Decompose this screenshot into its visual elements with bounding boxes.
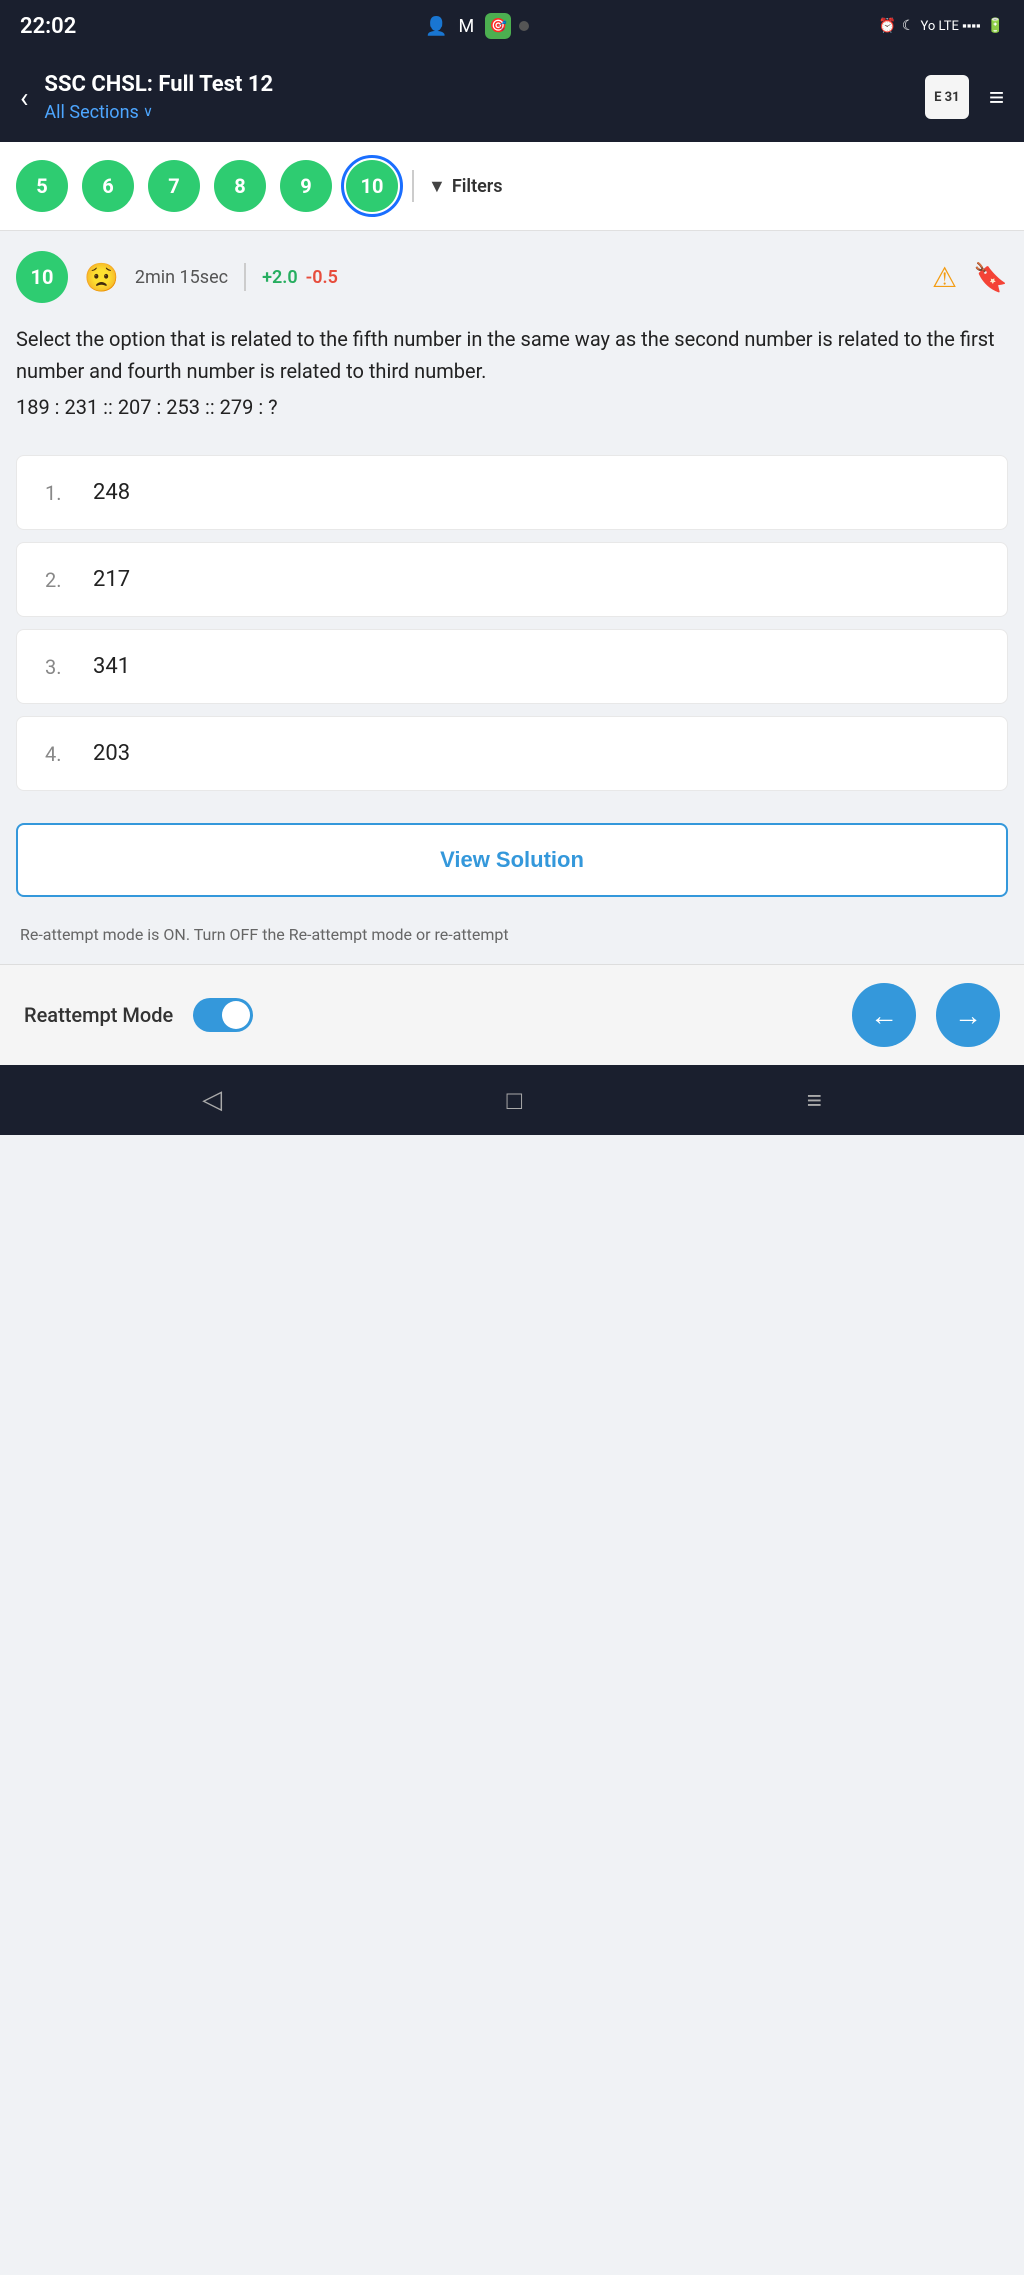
bottom-bar: Reattempt Mode ← → [0, 964, 1024, 1065]
next-button[interactable]: → [936, 983, 1000, 1047]
moon-icon: ☾ [902, 18, 915, 34]
chevron-down-icon: ∨ [143, 104, 153, 120]
alarm-icon: ⏰ [878, 18, 895, 34]
status-icons: 👤 M 🎯 [425, 13, 529, 39]
header-title-group: SSC CHSL: Full Test 12 All Sections ∨ [44, 71, 908, 123]
mail-icon: M [455, 15, 477, 37]
question-nav-btn-7[interactable]: 7 [148, 160, 200, 212]
sys-home-icon[interactable]: □ [507, 1085, 523, 1116]
book-icon[interactable]: E 31 [925, 75, 969, 119]
option-1[interactable]: 1. 248 [16, 455, 1008, 530]
question-meta: 10 😟 2min 15sec +2.0 -0.5 ⚠ 🔖 [16, 251, 1008, 303]
reattempt-label: Reattempt Mode [24, 1003, 173, 1027]
status-bar: 22:02 👤 M 🎯 ⏰ ☾ Yo LTE ▪▪▪▪ 🔋 [0, 0, 1024, 52]
dot-icon [519, 21, 529, 31]
option-1-number: 1. [45, 481, 73, 505]
question-formula: 189 : 231 :: 207 : 253 :: 279 : ? [16, 395, 1008, 419]
page-title: SSC CHSL: Full Test 12 [44, 71, 908, 100]
nav-divider [412, 170, 414, 202]
signal-icon: Yo LTE ▪▪▪▪ [920, 18, 980, 34]
option-2-number: 2. [45, 568, 73, 592]
option-3[interactable]: 3. 341 [16, 629, 1008, 704]
question-number-badge: 10 [16, 251, 68, 303]
view-solution-button[interactable]: View Solution [16, 823, 1008, 897]
question-text: Select the option that is related to the… [16, 323, 1008, 387]
question-nav-btn-6[interactable]: 6 [82, 160, 134, 212]
option-4[interactable]: 4. 203 [16, 716, 1008, 791]
option-2-value: 217 [93, 567, 130, 592]
question-nav: 5 6 7 8 9 10 ▼ Filters [0, 142, 1024, 231]
sys-back-icon[interactable]: ◁ [202, 1085, 222, 1115]
status-time: 22:02 [20, 14, 76, 39]
option-3-number: 3. [45, 655, 73, 679]
time-spent: 2min 15sec [135, 267, 228, 288]
question-nav-btn-5[interactable]: 5 [16, 160, 68, 212]
options-section: 1. 248 2. 217 3. 341 4. 203 [0, 439, 1024, 807]
view-solution-section: View Solution [0, 807, 1024, 913]
negative-marks: -0.5 [306, 267, 338, 288]
filter-icon: ▼ [428, 176, 446, 197]
option-1-value: 248 [93, 480, 130, 505]
option-3-value: 341 [93, 654, 130, 679]
meta-divider [244, 263, 246, 291]
prev-button[interactable]: ← [852, 983, 916, 1047]
toggle-knob [222, 1001, 250, 1029]
reattempt-toggle[interactable] [193, 998, 253, 1032]
question-nav-btn-8[interactable]: 8 [214, 160, 266, 212]
arrow-left-icon: ← [870, 999, 898, 1032]
sys-menu-icon[interactable]: ≡ [807, 1085, 822, 1116]
question-section: 10 😟 2min 15sec +2.0 -0.5 ⚠ 🔖 Select the… [0, 231, 1024, 439]
option-4-value: 203 [93, 741, 130, 766]
option-4-number: 4. [45, 742, 73, 766]
menu-icon[interactable]: ≡ [989, 82, 1004, 113]
section-selector[interactable]: All Sections ∨ [44, 102, 908, 123]
positive-marks: +2.0 [262, 267, 298, 288]
sad-face-icon: 😟 [84, 261, 119, 294]
filter-button[interactable]: ▼ Filters [428, 176, 503, 197]
section-label: All Sections [44, 102, 138, 123]
status-right-icons: ⏰ ☾ Yo LTE ▪▪▪▪ 🔋 [878, 18, 1004, 34]
system-nav: ◁ □ ≡ [0, 1065, 1024, 1135]
header: ‹ SSC CHSL: Full Test 12 All Sections ∨ … [0, 52, 1024, 142]
app-icon: 🎯 [485, 13, 511, 39]
warning-icon[interactable]: ⚠ [932, 261, 957, 294]
person-icon: 👤 [425, 15, 447, 37]
question-meta-right: ⚠ 🔖 [932, 261, 1008, 294]
marks-info: +2.0 -0.5 [262, 267, 338, 288]
reattempt-notice: Re-attempt mode is ON. Turn OFF the Re-a… [0, 913, 1024, 964]
bookmark-icon[interactable]: 🔖 [973, 261, 1008, 294]
back-button[interactable]: ‹ [20, 81, 28, 114]
question-nav-btn-9[interactable]: 9 [280, 160, 332, 212]
filter-label: Filters [452, 176, 503, 197]
question-nav-btn-10[interactable]: 10 [346, 160, 398, 212]
option-2[interactable]: 2. 217 [16, 542, 1008, 617]
header-actions: E 31 ≡ [925, 75, 1004, 119]
arrow-right-icon: → [954, 999, 982, 1032]
battery-icon: 🔋 [987, 18, 1004, 34]
